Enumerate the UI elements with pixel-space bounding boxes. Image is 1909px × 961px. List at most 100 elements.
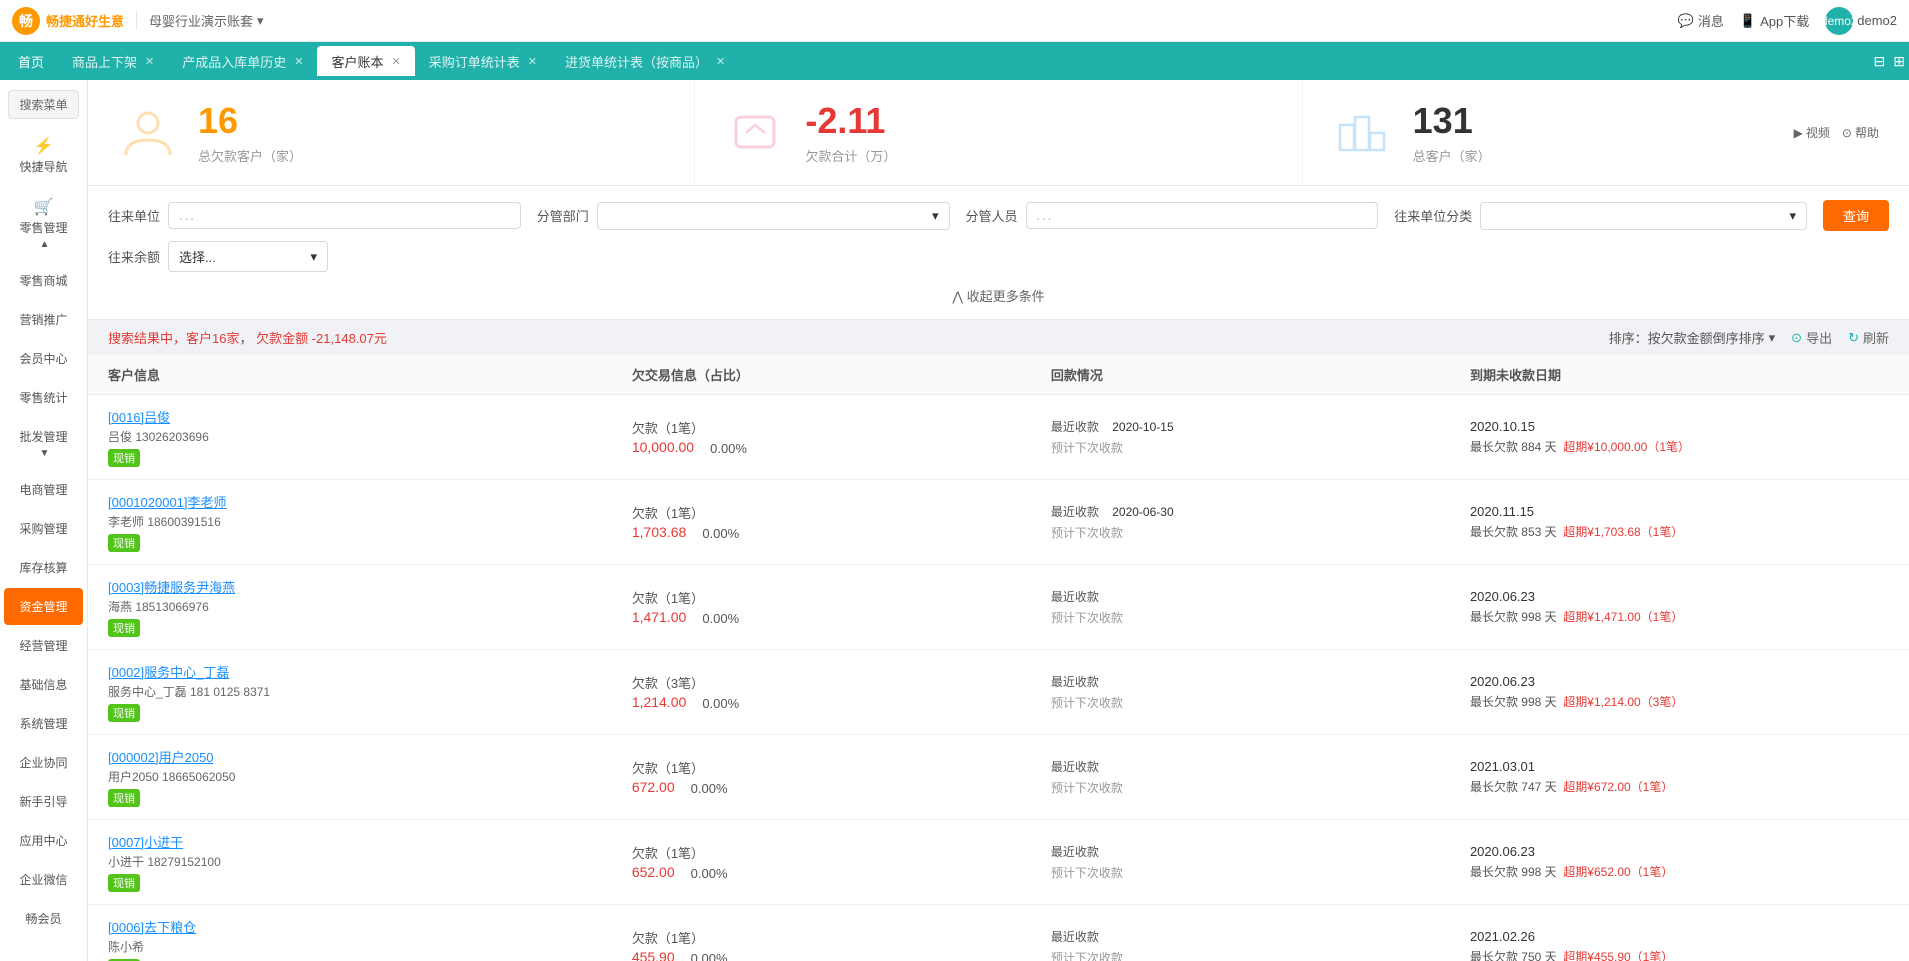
table-row: [0001020001]李老师 李老师 18600391516 现销 欠款（1笔… <box>88 480 1909 565</box>
filter-dept-label: 分管部门 <box>537 206 589 225</box>
tab-product-shelf-close[interactable]: ✕ <box>145 55 154 68</box>
debt-amount-3[interactable]: 1,214.00 <box>632 694 687 710</box>
tab-maximize-icon[interactable]: ⊞ <box>1893 53 1905 70</box>
customer-code-6[interactable]: [0006]去下粮仓 <box>108 917 632 936</box>
stat-card-customers: 16 总欠款客户（家） <box>88 80 695 185</box>
overdue-date-3: 2020.06.23 <box>1470 674 1889 689</box>
app-download-button[interactable]: 📱 App下载 <box>1740 11 1809 30</box>
debt-amount-0[interactable]: 10,000.00 <box>632 439 694 455</box>
debt-cell-5: 欠款（1笔） 652.00 0.00% <box>632 843 1051 881</box>
next-collection-0: 预计下次收款 <box>1051 439 1470 456</box>
search-button[interactable]: 查询 <box>1823 200 1889 231</box>
filter-area: 往来单位 ... 分管部门 ▾ 分管人员 ... <box>88 186 1909 320</box>
sort-select[interactable]: 排序：按欠款金额倒序排序 ▾ <box>1609 328 1776 347</box>
message-button[interactable]: 💬 消息 <box>1678 11 1724 30</box>
overdue-amount-2[interactable]: 超期¥1,471.00（1笔） <box>1563 610 1683 624</box>
debt-amount-2[interactable]: 1,471.00 <box>632 609 687 625</box>
overdue-amount-5[interactable]: 超期¥652.00（1笔） <box>1563 865 1673 879</box>
customer-code-5[interactable]: [0007]小进干 <box>108 832 632 851</box>
collapse-button[interactable]: ⋀ 收起更多条件 <box>108 282 1889 309</box>
debt-amount-4[interactable]: 672.00 <box>632 779 675 795</box>
sidebar-item-new-guide[interactable]: 新手引导 <box>4 783 83 820</box>
overdue-amount-3[interactable]: 超期¥1,214.00（3笔） <box>1563 695 1683 709</box>
sidebar-item-member-center[interactable]: 会员中心 <box>4 340 83 377</box>
collapse-icon: ⋀ <box>952 289 963 304</box>
sidebar-item-app-center[interactable]: 应用中心 <box>4 822 83 859</box>
customer-code-4[interactable]: [000002]用户2050 <box>108 747 632 766</box>
overdue-cell-3: 2020.06.23 最长欠款 998 天 超期¥1,214.00（3笔） <box>1470 674 1889 710</box>
tab-product-history[interactable]: 产成品入库单历史 ✕ <box>168 46 317 76</box>
sidebar-item-system[interactable]: 系统管理 <box>4 705 83 742</box>
overdue-days-5: 最长欠款 998 天 超期¥652.00（1笔） <box>1470 863 1889 880</box>
overdue-amount-6[interactable]: 超期¥455.90（1笔） <box>1563 950 1673 961</box>
overdue-amount-0[interactable]: 超期¥10,000.00（1笔） <box>1563 440 1690 454</box>
user-avatar-button[interactable]: demo2 demo2 <box>1825 7 1897 35</box>
sidebar-search-button[interactable]: 搜索菜单 <box>8 90 79 119</box>
stat-customers-icon <box>118 103 178 163</box>
table-row: [0002]服务中心_丁磊 服务中心_丁磊 181 0125 8371 现销 欠… <box>88 650 1909 735</box>
customer-code-1[interactable]: [0001020001]李老师 <box>108 492 632 511</box>
customer-code-0[interactable]: [0016]吕俊 <box>108 407 632 426</box>
tab-minimize-icon[interactable]: ⊟ <box>1874 53 1886 70</box>
sidebar-item-member-vip-label: 畅会员 <box>12 910 75 927</box>
help-button[interactable]: ⊙ 帮助 <box>1842 124 1879 141</box>
col-collection: 回款情况 <box>1051 365 1470 384</box>
tab-customer-account[interactable]: 客户账本 ✕ <box>317 46 414 76</box>
filter-source-unit-input[interactable]: ... <box>168 202 521 229</box>
tab-inbound-stats[interactable]: 进货单统计表（按商品） ✕ <box>551 46 739 76</box>
debt-amount-5[interactable]: 652.00 <box>632 864 675 880</box>
tab-bar: 首页 商品上下架 ✕ 产成品入库单历史 ✕ 客户账本 ✕ 采购订单统计表 ✕ 进… <box>0 42 1909 80</box>
main-layout: 搜索菜单 ⚡ 快捷导航 🛒 零售管理 ▲ 零售商城 营销推广 会员中心 零售统计… <box>0 80 1909 961</box>
collection-label-2: 最近收款 <box>1051 590 1099 604</box>
filter-unit-class-label: 往来单位分类 <box>1394 206 1472 225</box>
logo-text: 畅捷通好生意 <box>46 11 124 30</box>
debt-amount-6[interactable]: 455.90 <box>632 949 675 961</box>
tab-purchase-order-close[interactable]: ✕ <box>528 55 537 68</box>
sidebar-item-retail-stats[interactable]: 零售统计 <box>4 379 83 416</box>
sidebar-item-retail-mgmt[interactable]: 🛒 零售管理 ▲ <box>4 187 83 260</box>
sidebar-item-marketing[interactable]: 营销推广 <box>4 301 83 338</box>
sidebar-item-enterprise-wechat[interactable]: 企业微信 <box>4 861 83 898</box>
sidebar-item-finance[interactable]: 资金管理 <box>4 588 83 625</box>
overdue-days-4: 最长欠款 747 天 超期¥672.00（1笔） <box>1470 778 1889 795</box>
sidebar-item-purchase-mgmt[interactable]: 采购管理 <box>4 510 83 547</box>
sidebar-item-quick-nav[interactable]: ⚡ 快捷导航 <box>4 126 83 185</box>
sidebar-item-enterprise-label: 企业协同 <box>12 754 75 771</box>
tab-inbound-stats-close[interactable]: ✕ <box>716 55 725 68</box>
customer-badge-4: 现销 <box>108 789 140 807</box>
filter-person-input[interactable]: ... <box>1026 202 1379 229</box>
table-row: [0006]去下粮仓 陈小希 现销 欠款（1笔） 455.90 0.00% 最近… <box>88 905 1909 961</box>
next-collection-6: 预计下次收款 <box>1051 949 1470 961</box>
overdue-amount-1[interactable]: 超期¥1,703.68（1笔） <box>1563 525 1683 539</box>
customer-contact-6: 陈小希 <box>108 938 632 955</box>
refresh-button[interactable]: ↻ 刷新 <box>1848 328 1889 347</box>
customer-code-3[interactable]: [0002]服务中心_丁磊 <box>108 662 632 681</box>
sidebar-item-inventory[interactable]: 库存核算 <box>4 549 83 586</box>
overdue-amount-4[interactable]: 超期¥672.00（1笔） <box>1563 780 1673 794</box>
filter-balance-select[interactable]: 选择... ▾ <box>168 241 328 272</box>
tab-customer-account-close[interactable]: ✕ <box>392 55 401 68</box>
store-selector[interactable]: 母婴行业演示账套 ▾ <box>136 11 264 30</box>
collection-info-1: 最近收款 2020-06-30 <box>1051 503 1470 520</box>
sidebar-item-retail-store[interactable]: 零售商城 <box>4 262 83 299</box>
overdue-cell-6: 2021.02.26 最长欠款 750 天 超期¥455.90（1笔） <box>1470 929 1889 961</box>
tab-product-history-close[interactable]: ✕ <box>294 55 303 68</box>
customer-code-2[interactable]: [0003]畅捷服务尹海燕 <box>108 577 632 596</box>
retail-mgmt-icon: 🛒 <box>12 197 75 217</box>
sidebar-item-enterprise[interactable]: 企业协同 <box>4 744 83 781</box>
view-button[interactable]: ▶ 视频 <box>1794 124 1830 141</box>
tab-product-shelf[interactable]: 商品上下架 ✕ <box>58 46 168 76</box>
tab-home[interactable]: 首页 <box>4 46 58 76</box>
tab-purchase-order[interactable]: 采购订单统计表 ✕ <box>415 46 551 76</box>
sidebar-item-basic-info[interactable]: 基础信息 <box>4 666 83 703</box>
sidebar-item-ecommerce[interactable]: 电商管理 <box>4 471 83 508</box>
debt-amount-1[interactable]: 1,703.68 <box>632 524 687 540</box>
sidebar-item-ops-mgmt[interactable]: 经营管理 <box>4 627 83 664</box>
sidebar: 搜索菜单 ⚡ 快捷导航 🛒 零售管理 ▲ 零售商城 营销推广 会员中心 零售统计… <box>0 80 88 961</box>
filter-unit-class-select[interactable]: ▾ <box>1480 202 1807 230</box>
filter-dept-select[interactable]: ▾ <box>597 202 950 230</box>
export-button[interactable]: ⊙ 导出 <box>1791 328 1832 347</box>
sidebar-item-batch-mgmt[interactable]: 批发管理 ▼ <box>4 418 83 469</box>
sidebar-item-member-vip[interactable]: 畅会员 <box>4 900 83 937</box>
filter-person-dots: ... <box>1037 208 1054 223</box>
